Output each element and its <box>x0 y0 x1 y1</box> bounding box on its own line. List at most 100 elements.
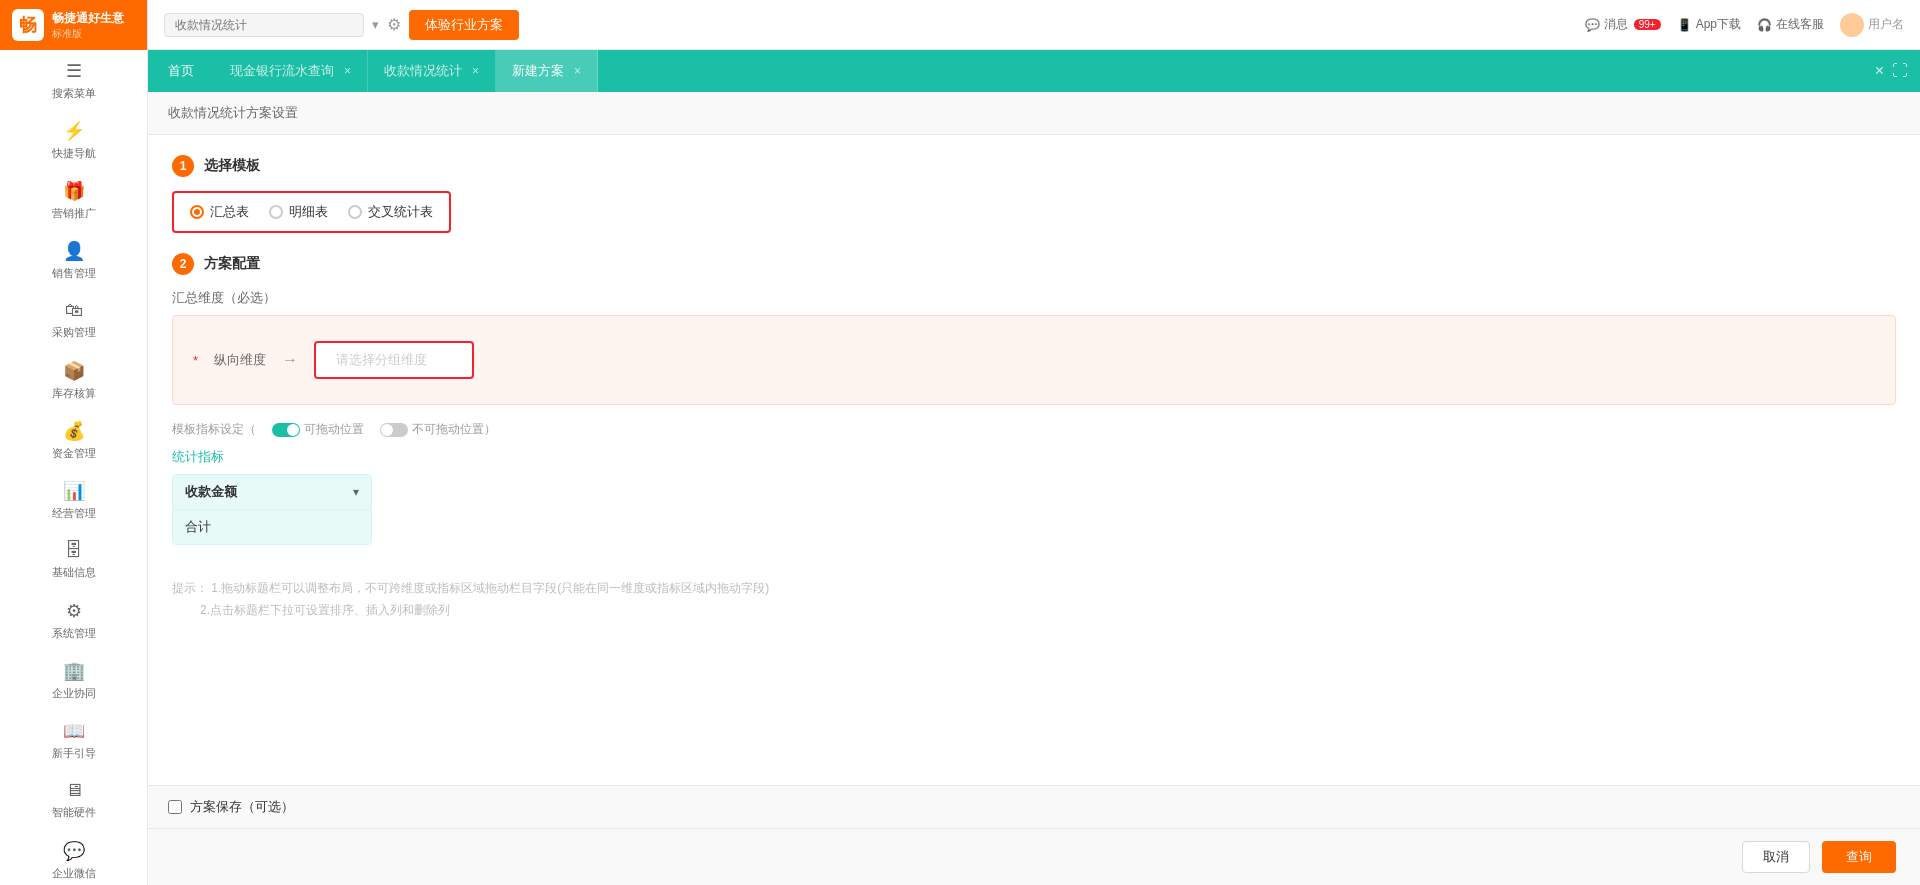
metrics-table: 收款金额 ▾ 合计 <box>172 474 372 545</box>
radio-summary-circle <box>190 205 204 219</box>
user-item[interactable]: 用户名 <box>1840 13 1904 37</box>
sidebar-icon-finance: 💰 <box>63 420 85 442</box>
radio-detail[interactable]: 明细表 <box>269 203 328 221</box>
page-footer: 方案保存（可选） <box>148 785 1920 828</box>
tab-cash-bank[interactable]: 现金银行流水查询 × <box>214 50 368 92</box>
sidebar-icon-sales: 👤 <box>63 240 85 262</box>
save-plan-label: 方案保存（可选） <box>190 798 294 816</box>
app-icon: 📱 <box>1677 18 1692 32</box>
tabbar-close-btn[interactable]: × <box>1875 62 1884 80</box>
metrics-col-header: 收款金额 <box>185 483 237 501</box>
sidebar-label-system: 系统管理 <box>52 626 96 641</box>
sidebar-icon-inventory: 📦 <box>63 360 85 382</box>
service-icon: 🎧 <box>1757 18 1772 32</box>
tab-new-plan-close[interactable]: × <box>574 64 581 78</box>
sidebar-item-quick-nav[interactable]: ⚡ 快捷导航 <box>0 110 147 170</box>
tab-new-plan[interactable]: 新建方案 × <box>496 50 598 92</box>
sidebar-item-system[interactable]: ⚙ 系统管理 <box>0 590 147 650</box>
sidebar-icon-search-menu: ☰ <box>66 60 82 82</box>
drag-indicator-active <box>272 423 300 437</box>
metrics-header-row: 模板指标设定（ 可拖动位置 不可拖动位置） <box>172 421 1896 438</box>
page-header: 收款情况统计方案设置 <box>148 92 1920 135</box>
sidebar-item-finance[interactable]: 💰 资金管理 <box>0 410 147 470</box>
radio-cross[interactable]: 交叉统计表 <box>348 203 433 221</box>
sidebar: 畅 畅捷通好生意 标准版 ☰搜索菜单⚡快捷导航🎁营销推广👤销售管理🛍采购管理📦库… <box>0 0 148 885</box>
sidebar-item-purchase[interactable]: 🛍采购管理 <box>0 290 147 350</box>
metrics-table-header[interactable]: 收款金额 ▾ <box>173 475 371 509</box>
sidebar-item-marketing[interactable]: 🎁营销推广 <box>0 170 147 230</box>
dimension-config: 汇总维度（必选） * 纵向维度 → 请选择分组维度 <box>172 289 1896 405</box>
tab-collection-stats-label: 收款情况统计 <box>384 62 462 80</box>
sidebar-item-sales[interactable]: 👤销售管理 <box>0 230 147 290</box>
sidebar-label-finance: 资金管理 <box>52 446 96 461</box>
sidebar-item-base-info[interactable]: 🗄基础信息 <box>0 530 147 590</box>
page-title: 收款情况统计方案设置 <box>168 105 298 120</box>
tips-item-1: 1.拖动标题栏可以调整布局，不可跨维度或指标区域拖动栏目字段(只能在同一维度或指… <box>211 581 769 595</box>
message-icon: 💬 <box>1585 18 1600 32</box>
required-star: * <box>193 353 198 368</box>
cancel-button[interactable]: 取消 <box>1742 841 1810 873</box>
sidebar-label-wechat: 企业微信 <box>52 866 96 881</box>
sidebar-label-base-info: 基础信息 <box>52 565 96 580</box>
sidebar-icon-system: ⚙ <box>66 600 82 622</box>
tab-home[interactable]: 首页 <box>148 50 214 92</box>
sidebar-icon-quick-nav: ⚡ <box>63 120 85 142</box>
metrics-col-dropdown[interactable]: ▾ <box>353 485 359 499</box>
online-service-item[interactable]: 🎧 在线客服 <box>1757 16 1824 33</box>
sidebar-icon-enterprise: 🏢 <box>63 660 85 682</box>
sidebar-icon-smart-hw: 🖥 <box>65 780 83 801</box>
sidebar-item-enterprise[interactable]: 🏢企业协同 <box>0 650 147 710</box>
dimension-config-label: 汇总维度（必选） <box>172 289 1896 307</box>
radio-cross-circle <box>348 205 362 219</box>
non-draggable-badge: 不可拖动位置） <box>380 421 496 438</box>
tab-collection-stats-close[interactable]: × <box>472 64 479 78</box>
tab-collection-stats[interactable]: 收款情况统计 × <box>368 50 496 92</box>
step1-header: 1 选择模板 <box>172 155 1896 177</box>
sidebar-label-operations: 经营管理 <box>52 506 96 521</box>
dimension-row: * 纵向维度 → 请选择分组维度 <box>193 341 474 379</box>
industry-btn[interactable]: 体验行业方案 <box>409 10 519 40</box>
breadcrumb-input[interactable] <box>164 13 364 37</box>
query-button[interactable]: 查询 <box>1822 841 1896 873</box>
sidebar-item-search-menu[interactable]: ☰搜索菜单 <box>0 50 147 110</box>
tips-prefix: 提示： <box>172 581 208 595</box>
topbar-right: 💬 消息 99+ 📱 App下载 🎧 在线客服 用户名 <box>1585 13 1904 37</box>
sidebar-item-smart-hw[interactable]: 🖥智能硬件 <box>0 770 147 830</box>
notification-item[interactable]: 💬 消息 99+ <box>1585 16 1661 33</box>
draggable-label: 可拖动位置 <box>304 421 364 438</box>
radio-summary[interactable]: 汇总表 <box>190 203 249 221</box>
topbar-left: ▾ ⚙ 体验行业方案 <box>164 10 519 40</box>
gear-icon[interactable]: ⚙ <box>387 15 401 34</box>
radio-cross-label: 交叉统计表 <box>368 203 433 221</box>
sidebar-item-wechat[interactable]: 💬企业微信 <box>0 830 147 885</box>
form-area: 1 选择模板 汇总表 明细表 交叉统计表 <box>148 135 1920 785</box>
tips-section: 提示： 1.拖动标题栏可以调整布局，不可跨维度或指标区域拖动栏目字段(只能在同一… <box>172 568 1896 631</box>
dimension-area: * 纵向维度 → 请选择分组维度 <box>172 315 1896 405</box>
notification-badge: 99+ <box>1634 19 1661 30</box>
metrics-col-row-1: 合计 <box>173 509 371 544</box>
sidebar-item-newbie[interactable]: 📖 新手引导 <box>0 710 147 770</box>
sidebar-icon-newbie: 📖 <box>63 720 85 742</box>
step1-section: 1 选择模板 汇总表 明细表 交叉统计表 <box>172 155 1896 233</box>
drag-indicator-inactive <box>380 423 408 437</box>
sidebar-label-marketing: 营销推广 <box>52 206 96 221</box>
step2-title: 方案配置 <box>204 255 260 273</box>
logo-text: 畅捷通好生意 标准版 <box>52 10 124 41</box>
radio-detail-label: 明细表 <box>289 203 328 221</box>
save-plan-checkbox[interactable] <box>168 800 182 814</box>
step2-header: 2 方案配置 <box>172 253 1896 275</box>
sidebar-icon-operations: 📊 <box>63 480 85 502</box>
tips-line-2: 2.点击标题栏下拉可设置排序、插入列和删除列 <box>172 600 1896 622</box>
dim-select-box[interactable]: 请选择分组维度 <box>314 341 474 379</box>
tab-cash-bank-close[interactable]: × <box>344 64 351 78</box>
dropdown-icon[interactable]: ▾ <box>372 17 379 32</box>
step1-number: 1 <box>172 155 194 177</box>
sidebar-label-newbie: 新手引导 <box>52 746 96 761</box>
sidebar-item-operations[interactable]: 📊 经营管理 <box>0 470 147 530</box>
tabbar-maximize-btn[interactable]: ⛶ <box>1892 62 1908 80</box>
vertical-dim-label: 纵向维度 <box>214 351 266 369</box>
app-download-item[interactable]: 📱 App下载 <box>1677 16 1741 33</box>
sidebar-label-quick-nav: 快捷导航 <box>52 146 96 161</box>
sidebar-item-inventory[interactable]: 📦库存核算 <box>0 350 147 410</box>
radio-summary-label: 汇总表 <box>210 203 249 221</box>
